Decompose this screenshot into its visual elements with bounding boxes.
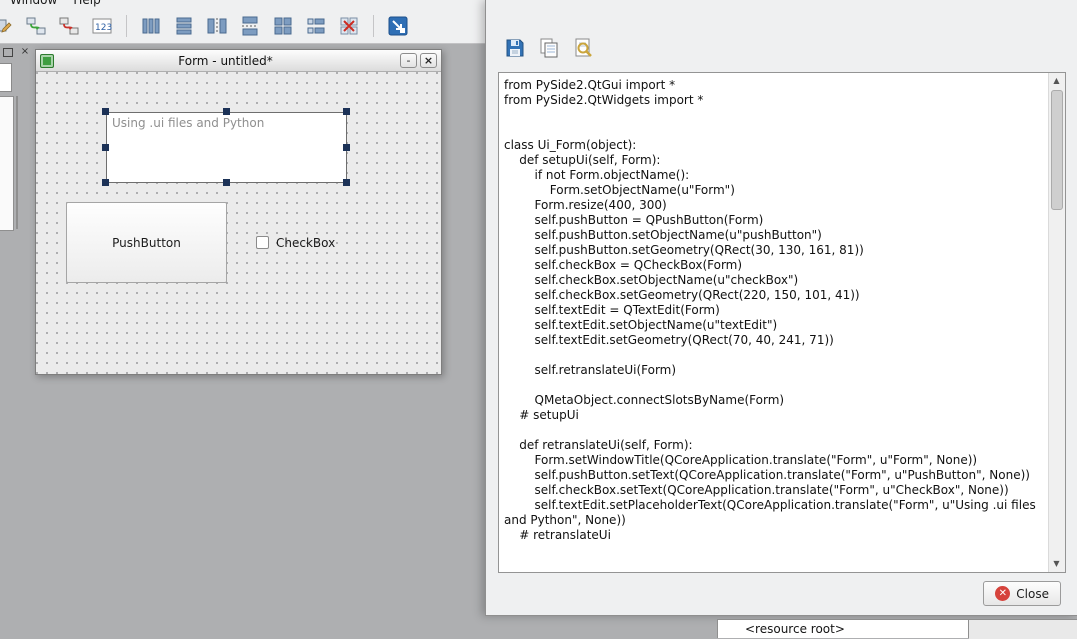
- form-window-icon: [40, 54, 54, 68]
- code-line: self.checkBox.setText(QCoreApplication.t…: [504, 483, 1049, 498]
- close-x-icon: ✕: [995, 586, 1010, 601]
- code-line: [504, 123, 1049, 138]
- code-line: self.checkBox.setObjectName(u"checkBox"): [504, 273, 1049, 288]
- layout-vertical-icon[interactable]: [172, 14, 196, 38]
- scroll-up-icon[interactable]: ▲: [1049, 74, 1064, 88]
- code-text-area[interactable]: from PySide2.QtGui import *from PySide2.…: [499, 73, 1049, 572]
- code-line: [504, 348, 1049, 363]
- menubar: Window Help: [0, 0, 485, 9]
- code-line: [504, 423, 1049, 438]
- code-line: self.textEdit.setPlaceholderText(QCoreAp…: [504, 498, 1049, 513]
- layout-form-icon[interactable]: [304, 14, 328, 38]
- layout-vertical-splitter-icon[interactable]: [238, 14, 262, 38]
- menu-window[interactable]: Window: [10, 0, 57, 7]
- code-preview-dialog: from PySide2.QtGui import *from PySide2.…: [485, 0, 1077, 616]
- code-line: from PySide2.QtWidgets import *: [504, 93, 1049, 108]
- edit-widgets-icon[interactable]: [0, 14, 15, 38]
- code-line: self.pushButton.setObjectName(u"pushButt…: [504, 228, 1049, 243]
- widgetbox-filter-input[interactable]: [0, 63, 12, 92]
- code-line: self.textEdit = QTextEdit(Form): [504, 303, 1049, 318]
- copy-icon[interactable]: [537, 36, 561, 60]
- main-toolbar: 123: [0, 9, 485, 44]
- code-line: Form.setWindowTitle(QCoreApplication.tra…: [504, 453, 1049, 468]
- form-canvas[interactable]: Using .ui files and Python PushButton Ch…: [36, 72, 441, 374]
- code-frame: from PySide2.QtGui import *from PySide2.…: [498, 72, 1066, 573]
- edit-buddies-icon[interactable]: [57, 14, 81, 38]
- svg-text:123: 123: [95, 23, 112, 33]
- layout-horizontal-icon[interactable]: [139, 14, 163, 38]
- dock-float-icon[interactable]: [2, 46, 14, 58]
- code-line: from PySide2.QtGui import *: [504, 78, 1049, 93]
- menu-help[interactable]: Help: [73, 0, 100, 7]
- textedit-placeholder: Using .ui files and Python: [107, 113, 346, 133]
- code-line: Form.resize(400, 300): [504, 198, 1049, 213]
- form-close-button[interactable]: ×: [420, 53, 437, 68]
- checkbox-widget[interactable]: CheckBox: [256, 222, 357, 263]
- form-designer-window: Form - untitled* - × Using .ui files and…: [35, 49, 442, 375]
- code-line: self.textEdit.setGeometry(QRect(70, 40, …: [504, 333, 1049, 348]
- code-line: # retranslateUi: [504, 528, 1049, 543]
- form-minimize-button[interactable]: -: [400, 53, 417, 68]
- edit-tab-order-icon[interactable]: 123: [90, 14, 114, 38]
- selection-handle[interactable]: [343, 179, 350, 186]
- selection-handle[interactable]: [343, 144, 350, 151]
- form-window-titlebar[interactable]: Form - untitled* - ×: [36, 50, 441, 72]
- checkbox-label: CheckBox: [276, 236, 335, 250]
- selection-handle[interactable]: [343, 108, 350, 115]
- textedit-widget[interactable]: Using .ui files and Python: [106, 112, 347, 183]
- code-dialog-toolbar: [503, 36, 595, 60]
- layout-grid-icon[interactable]: [271, 14, 295, 38]
- code-line: self.checkBox.setGeometry(QRect(220, 150…: [504, 288, 1049, 303]
- dock-close-icon[interactable]: ×: [19, 46, 31, 58]
- layout-horizontal-splitter-icon[interactable]: [205, 14, 229, 38]
- break-layout-icon[interactable]: [337, 14, 361, 38]
- find-icon[interactable]: [571, 36, 595, 60]
- close-button[interactable]: ✕ Close: [983, 581, 1061, 606]
- form-window-title: Form - untitled*: [54, 54, 397, 68]
- code-line: self.pushButton = QPushButton(Form): [504, 213, 1049, 228]
- code-line: self.pushButton.setText(QCoreApplication…: [504, 468, 1049, 483]
- code-line: self.pushButton.setGeometry(QRect(30, 13…: [504, 243, 1049, 258]
- close-button-label: Close: [1016, 587, 1049, 601]
- selection-handle[interactable]: [223, 179, 230, 186]
- resource-root-item[interactable]: <resource root>: [717, 619, 969, 638]
- scrollbar-thumb[interactable]: [1051, 90, 1063, 210]
- code-line: [504, 108, 1049, 123]
- selection-handle[interactable]: [102, 179, 109, 186]
- code-line: Form.setObjectName(u"Form"): [504, 183, 1049, 198]
- selection-handle[interactable]: [102, 108, 109, 115]
- code-line: # setupUi: [504, 408, 1049, 423]
- checkbox-indicator[interactable]: [256, 236, 269, 249]
- dock-titlebar-buttons: ×: [2, 46, 31, 58]
- resource-panel-fragment: [969, 619, 1077, 639]
- code-scrollbar[interactable]: ▲ ▼: [1048, 73, 1065, 572]
- code-line: and Python", None)): [504, 513, 1049, 528]
- scroll-down-icon[interactable]: ▼: [1049, 557, 1064, 571]
- toolbar-separator: [373, 15, 374, 37]
- code-line: if not Form.objectName():: [504, 168, 1049, 183]
- selection-handle[interactable]: [102, 144, 109, 151]
- edit-signals-slots-icon[interactable]: [24, 14, 48, 38]
- adjust-size-icon[interactable]: [386, 14, 410, 38]
- toolbar-separator: [126, 15, 127, 37]
- code-line: class Ui_Form(object):: [504, 138, 1049, 153]
- code-line: def setupUi(self, Form):: [504, 153, 1049, 168]
- code-line: self.retranslateUi(Form): [504, 363, 1049, 378]
- pushbutton-widget[interactable]: PushButton: [66, 202, 227, 283]
- code-line: QMetaObject.connectSlotsByName(Form): [504, 393, 1049, 408]
- widgetbox-panel-fragment: [0, 96, 14, 231]
- code-line: self.checkBox = QCheckBox(Form): [504, 258, 1049, 273]
- save-icon[interactable]: [503, 36, 527, 60]
- code-line: [504, 378, 1049, 393]
- code-line: def retranslateUi(self, Form):: [504, 438, 1049, 453]
- widgetbox-scrollbar[interactable]: [16, 96, 18, 229]
- selection-handle[interactable]: [223, 108, 230, 115]
- code-line: self.textEdit.setObjectName(u"textEdit"): [504, 318, 1049, 333]
